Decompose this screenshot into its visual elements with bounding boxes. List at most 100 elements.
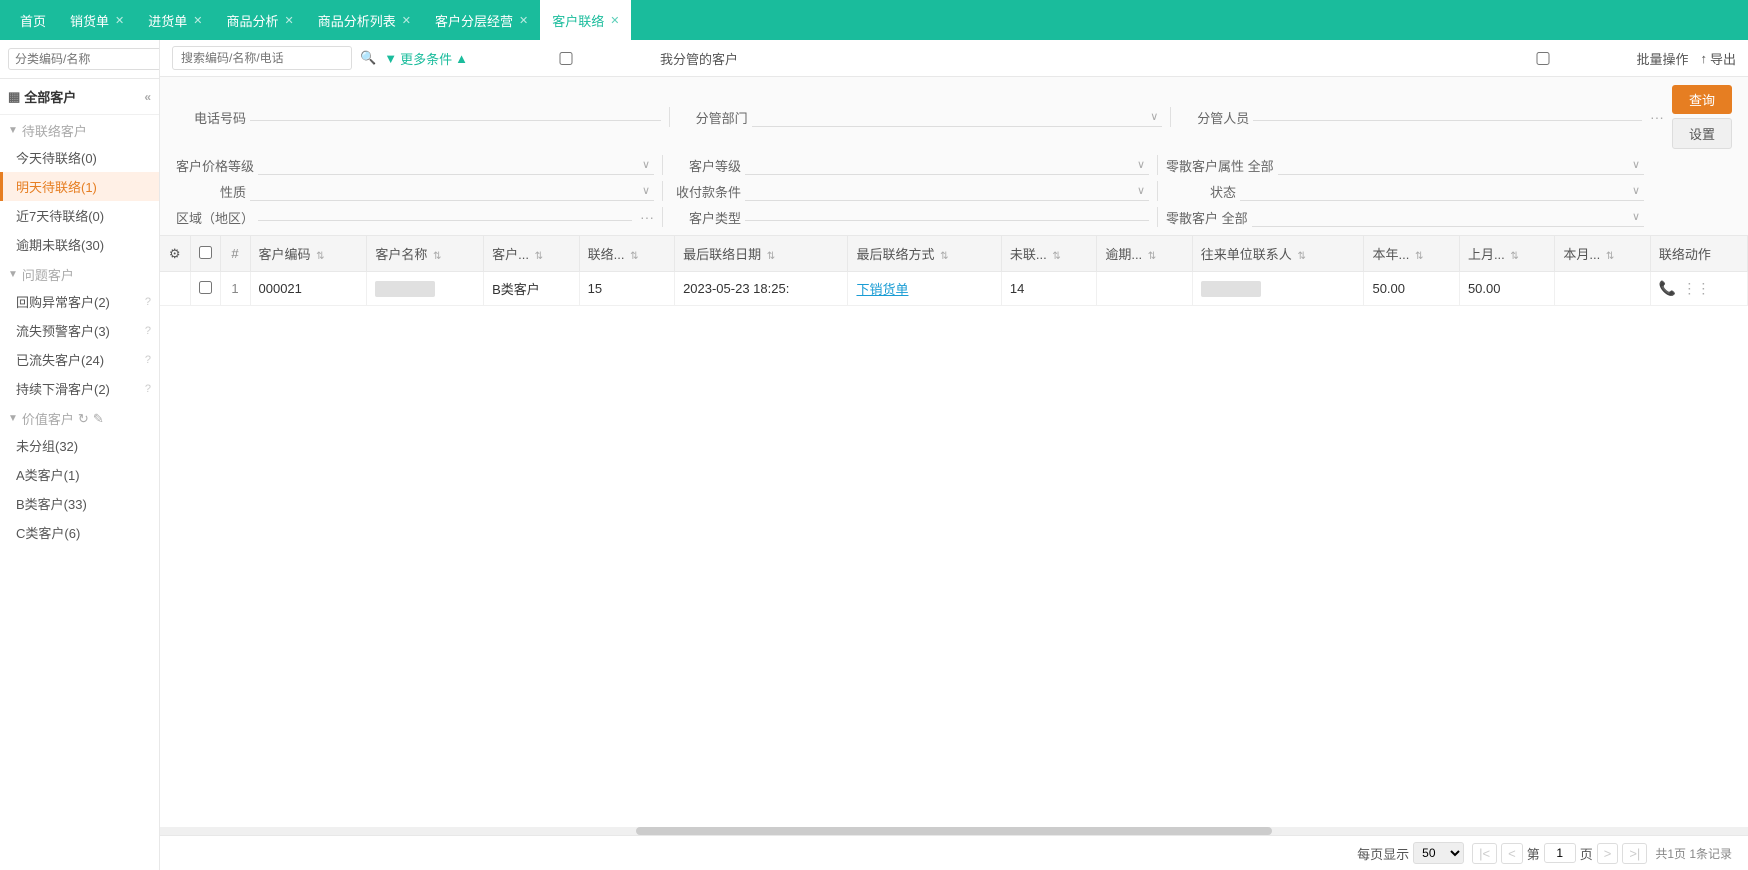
set-button[interactable]: 设置 [1672, 118, 1732, 149]
sidebar-item-today-contact[interactable]: 今天待联络(0) [0, 143, 159, 172]
dept-select[interactable]: ∨ [752, 107, 1163, 127]
col-this-month[interactable]: 本月... ⇅ [1555, 236, 1650, 272]
sidebar-item-churn-warning[interactable]: 流失预警客户(3) ? [0, 316, 159, 345]
person-dots-icon[interactable]: ··· [1650, 109, 1664, 125]
edit-icon[interactable]: ✎ [93, 411, 104, 427]
search-input[interactable] [172, 46, 352, 70]
col-this-year[interactable]: 本年... ⇅ [1364, 236, 1459, 272]
page-size-select[interactable]: 50 100 200 [1413, 842, 1464, 864]
nav-product-analysis[interactable]: 商品分析 ✕ [214, 0, 305, 40]
more-action-icon[interactable]: ⋮⋮ [1682, 280, 1710, 297]
export-btn[interactable]: ↑ 导出 [1700, 49, 1736, 68]
col-no-contact[interactable]: 未联... ⇅ [1001, 236, 1096, 272]
col-checkbox[interactable] [190, 236, 220, 272]
region-dots-icon[interactable]: ··· [640, 209, 654, 225]
close-purchase-order-icon[interactable]: ✕ [193, 14, 202, 27]
select-all-checkbox[interactable] [199, 246, 212, 259]
refresh-icon[interactable]: ↻ [78, 411, 89, 427]
col-contact-person[interactable]: 往来单位联系人 ⇅ [1192, 236, 1364, 272]
sidebar-item-ungrouped[interactable]: 未分组(32) [0, 431, 159, 460]
help-icon-1[interactable]: ? [145, 325, 151, 337]
table-container: ⚙ # 客户编码 ⇅ 客户名称 ⇅ 客户... ⇅ [160, 236, 1748, 827]
col-contact-count[interactable]: 联络... ⇅ [579, 236, 674, 272]
grade-select[interactable]: ∨ [745, 155, 1149, 175]
sidebar-item-overdue-contact[interactable]: 逾期未联络(30) [0, 230, 159, 259]
last-page-btn[interactable]: >| [1622, 843, 1647, 864]
more-conditions-btn[interactable]: ▼ 更多条件 ▲ [384, 49, 468, 68]
sidebar-search-input[interactable] [8, 48, 160, 70]
col-last-method[interactable]: 最后联络方式 ⇅ [848, 236, 1001, 272]
nav-customer-tier[interactable]: 客户分层经营 ✕ [423, 0, 540, 40]
customer-type-input[interactable] [745, 214, 1149, 221]
region-input[interactable] [258, 214, 632, 221]
nature-select[interactable]: ∨ [250, 181, 654, 201]
my-customers-checkbox-area[interactable]: 我分管的客户 [476, 49, 738, 68]
close-product-analysis-list-icon[interactable]: ✕ [402, 14, 411, 27]
close-customer-contact-icon[interactable]: ✕ [610, 14, 619, 27]
sort-last-month-icon: ⇅ [1510, 251, 1518, 262]
person-input[interactable] [1253, 114, 1642, 121]
next-page-btn[interactable]: > [1597, 843, 1619, 864]
nav-product-analysis-list[interactable]: 商品分析列表 ✕ [306, 0, 423, 40]
sidebar-item-tomorrow-contact[interactable]: 明天待联络(1) [0, 172, 159, 201]
collapse-icon[interactable]: « [144, 90, 151, 104]
sidebar-all-customers[interactable]: ▦ 全部客户 « [0, 79, 159, 115]
row-last-method-cell[interactable]: 下销货单 [848, 272, 1001, 306]
phone-action-icon[interactable]: 📞 [1659, 280, 1676, 297]
sidebar-item-7day-contact[interactable]: 近7天待联络(0) [0, 201, 159, 230]
adv-filter-row-2: 客户价格等级 ∨ 客户等级 ∨ 零散客户属性 全部 ∨ [176, 155, 1732, 175]
prev-page-btn[interactable]: < [1501, 843, 1523, 864]
close-sales-order-icon[interactable]: ✕ [115, 14, 124, 27]
retail-attr-select[interactable]: ∨ [1278, 155, 1644, 175]
col-customer-type[interactable]: 客户... ⇅ [484, 236, 579, 272]
col-overdue[interactable]: 逾期... ⇅ [1097, 236, 1192, 272]
filter-buttons: 查询 设置 [1672, 85, 1732, 149]
help-icon-0[interactable]: ? [145, 296, 151, 308]
my-customers-checkbox[interactable] [476, 52, 656, 65]
retail-attr-chevron-icon: ∨ [1632, 158, 1640, 171]
status-select[interactable]: ∨ [1240, 181, 1644, 201]
sidebar-item-repurchase-anomaly[interactable]: 回购异常客户(2) ? [0, 287, 159, 316]
nav-purchase-order[interactable]: 进货单 ✕ [136, 0, 214, 40]
close-product-analysis-icon[interactable]: ✕ [285, 14, 294, 27]
sidebar-search-area: 🔍 [0, 40, 159, 79]
nav-sales-order[interactable]: 销货单 ✕ [58, 0, 136, 40]
sidebar-item-b-class[interactable]: B类客户(33) [0, 489, 159, 518]
nav-home[interactable]: 首页 [8, 0, 58, 40]
pending-section-title: ▼ 待联络客户 [0, 115, 159, 143]
nav-customer-contact[interactable]: 客户联络 ✕ [540, 0, 631, 40]
page-number-input[interactable] [1544, 843, 1576, 863]
payment-select[interactable]: ∨ [745, 181, 1149, 201]
sort-code-icon: ⇅ [316, 251, 324, 262]
filter-search-icon[interactable]: 🔍 [360, 50, 376, 66]
col-last-date[interactable]: 最后联络日期 ⇅ [675, 236, 848, 272]
sidebar-item-churned[interactable]: 已流失客户(24) ? [0, 345, 159, 374]
price-level-select[interactable]: ∨ [258, 155, 654, 175]
col-gear[interactable]: ⚙ [160, 236, 190, 272]
col-last-month[interactable]: 上月... ⇅ [1459, 236, 1554, 272]
col-customer-code[interactable]: 客户编码 ⇅ [250, 236, 367, 272]
sidebar-item-c-class[interactable]: C类客户(6) [0, 518, 159, 547]
last-method-link[interactable]: 下销货单 [856, 282, 908, 297]
scrollbar-thumb[interactable] [636, 827, 1271, 835]
horizontal-scrollbar[interactable] [160, 827, 1748, 835]
price-level-chevron-icon: ∨ [642, 158, 650, 171]
col-action: 联络动作 [1650, 236, 1747, 272]
help-icon-3[interactable]: ? [145, 383, 151, 395]
page-size-area: 每页显示 50 100 200 [1357, 842, 1464, 864]
help-icon-2[interactable]: ? [145, 354, 151, 366]
col-customer-name[interactable]: 客户名称 ⇅ [367, 236, 484, 272]
row-checkbox[interactable] [199, 281, 212, 294]
row-checkbox-cell[interactable] [190, 272, 220, 306]
retail-select[interactable]: ∨ [1252, 207, 1644, 227]
col-num: # [220, 236, 250, 272]
first-page-btn[interactable]: |< [1472, 843, 1497, 864]
sidebar-item-declining[interactable]: 持续下滑客户(2) ? [0, 374, 159, 403]
batch-op-btn[interactable]: 批量操作 [1453, 49, 1688, 68]
phone-input[interactable] [250, 114, 661, 121]
query-button[interactable]: 查询 [1672, 85, 1732, 114]
batch-op-checkbox[interactable] [1453, 52, 1633, 65]
sidebar-item-a-class[interactable]: A类客户(1) [0, 460, 159, 489]
sort-date-icon: ⇅ [767, 251, 775, 262]
close-customer-tier-icon[interactable]: ✕ [519, 14, 528, 27]
